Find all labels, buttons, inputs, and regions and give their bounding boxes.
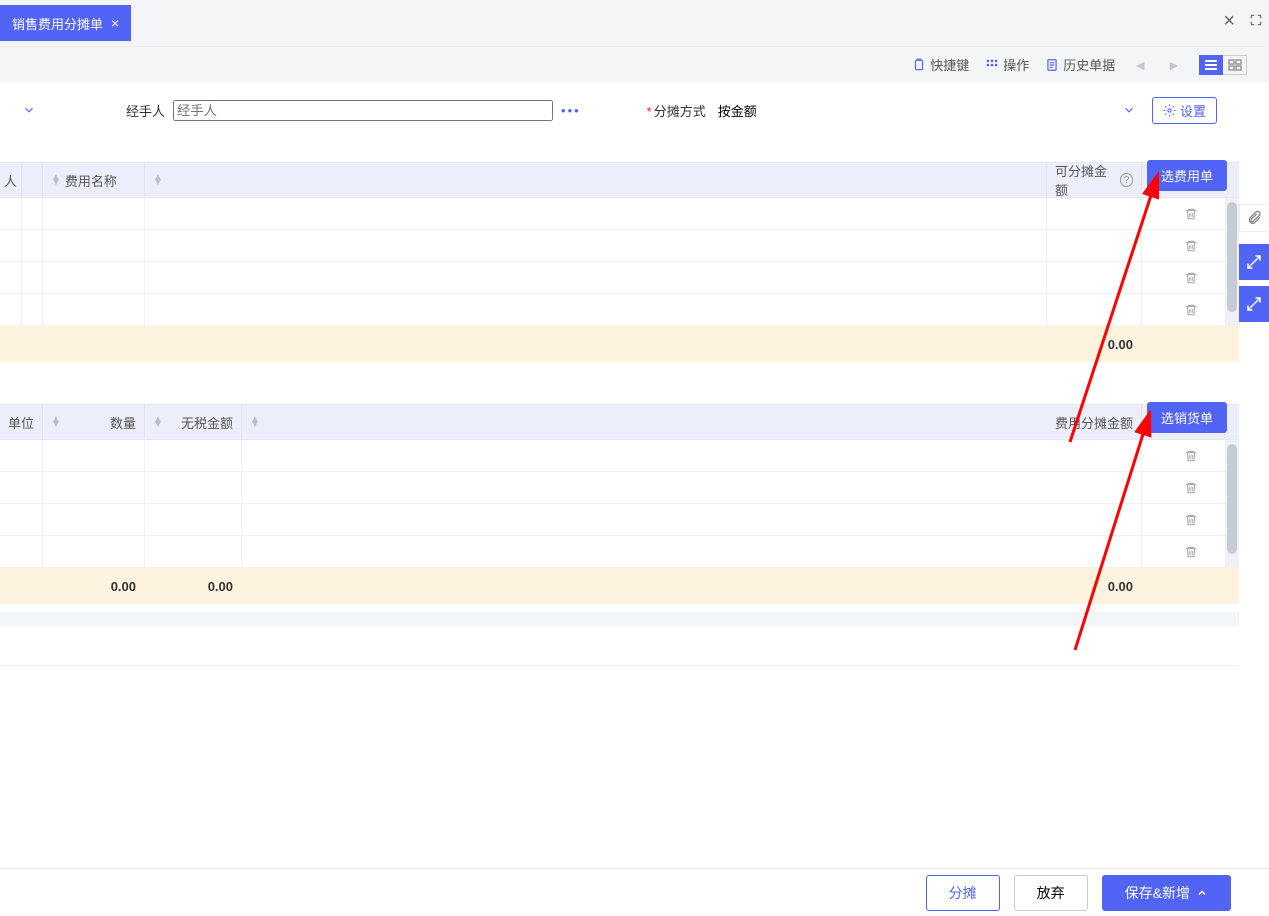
sort-icon: ▲▼ [250,417,260,427]
fee-rows [0,198,1239,326]
table-row[interactable] [0,472,1239,504]
section-fee: 选费用单 人 ▲▼费用名称 ▲▼ 可分摊金额 ? 操作 [0,162,1239,362]
col-stub-text: 人 [4,171,17,190]
total-qty: 0.00 [43,568,145,604]
save-new-label: 保存&新增 [1125,883,1190,903]
total-dist: 0.00 [145,326,1142,362]
method-input[interactable] [714,101,1094,120]
handler-input[interactable] [173,100,553,121]
expand-out-icon[interactable] [1239,244,1269,280]
toolbar: 快捷键 操作 历史单据 ◄ ► [0,46,1269,82]
pick-sales-button[interactable]: 选销货单 [1147,402,1227,433]
col-unit[interactable]: 单位 [0,405,43,439]
close-icon[interactable]: × [111,15,119,31]
col-flex[interactable]: ▲▼ [145,163,1047,197]
gear-icon [1163,104,1176,117]
allocate-button[interactable]: 分摊 [926,875,1000,911]
discard-button[interactable]: 放弃 [1014,875,1088,911]
col-no-tax-label: 无税金额 [167,413,233,432]
col-fee-dist[interactable]: ▲▼ 费用分摊金额 [242,405,1142,439]
history-link[interactable]: 历史单据 [1045,55,1115,74]
form-row: 经手人 ••• *分摊方式 设置 [0,82,1239,138]
sales-rows [0,440,1239,568]
col-unit-label: 单位 [8,413,34,432]
tab-title: 销售费用分摊单 [12,14,103,33]
operate-label: 操作 [1003,55,1029,74]
more-icon[interactable]: ••• [561,103,581,118]
window-close-icon[interactable]: × [1223,10,1235,33]
chevron-down-icon[interactable] [1122,103,1136,117]
expand-in-icon[interactable] [1239,286,1269,322]
sort-icon: ▲▼ [153,417,163,427]
shortcut-link[interactable]: 快捷键 [912,55,969,74]
chevron-down-icon[interactable] [22,103,36,117]
tab-active[interactable]: 销售费用分摊单 × [0,5,131,41]
method-label: *分摊方式 [647,101,706,120]
col-fee-name[interactable]: ▲▼ 费用名称 [43,163,145,197]
table-row[interactable] [0,230,1239,262]
doc-icon [1045,58,1059,72]
history-label: 历史单据 [1063,55,1115,74]
col-qty[interactable]: ▲▼ 数量 [43,405,145,439]
table-row[interactable] [0,440,1239,472]
col-qty-label: 数量 [65,413,136,432]
settings-label: 设置 [1180,101,1206,120]
next-icon[interactable]: ► [1165,57,1183,73]
view-single-icon[interactable] [1199,55,1223,75]
fullscreen-icon[interactable] [1249,13,1263,30]
fee-grid-header: 人 ▲▼费用名称 ▲▼ 可分摊金额 ? 操作 [0,162,1239,198]
attachment-icon[interactable] [1239,204,1267,232]
main-content: 经手人 ••• *分摊方式 设置 选费用单 人 ▲▼ 费用名称 ▲▼ 可分摊金额 … [0,82,1239,916]
col-dist-amount[interactable]: 可分摊金额 ? [1047,163,1142,197]
scrollbar[interactable] [1225,198,1239,326]
clipboard-icon [912,58,926,72]
total-no-tax: 0.00 [145,568,242,604]
footer: 分摊 放弃 保存&新增 [0,868,1269,916]
col-no-tax[interactable]: ▲▼ 无税金额 [145,405,242,439]
method-label-text: 分摊方式 [654,104,706,119]
table-row[interactable] [0,504,1239,536]
window-controls: × [1223,10,1263,33]
pick-fee-button[interactable]: 选费用单 [1147,160,1227,191]
sales-totals: 0.00 0.00 0.00 [0,568,1239,604]
col-stub: 人 [0,163,22,197]
sort-icon: ▲▼ [51,175,61,185]
table-row[interactable] [0,198,1239,230]
col-blank [22,163,43,197]
fee-totals: 0.00 [0,326,1239,362]
handler-label: 经手人 [126,101,165,120]
info-icon[interactable]: ? [1120,173,1133,187]
col-fee-name-label: 费用名称 [65,171,117,190]
grid-icon [985,58,999,72]
right-rail [1239,46,1269,880]
total-fee-dist: 0.00 [242,568,1142,604]
tab-bar: 销售费用分摊单 × × [0,0,1269,46]
sort-icon: ▲▼ [51,417,61,427]
operate-link[interactable]: 操作 [985,55,1029,74]
shortcut-label: 快捷键 [930,55,969,74]
scrollbar[interactable] [1225,440,1239,568]
sales-grid-header: 单位 ▲▼数量 ▲▼无税金额 ▲▼费用分摊金额 操作 [0,404,1239,440]
table-row[interactable] [0,262,1239,294]
table-row[interactable] [0,294,1239,326]
table-row[interactable] [0,536,1239,568]
chevron-up-icon [1196,887,1208,899]
col-dist-amount-label: 可分摊金额 [1055,161,1112,199]
section-sales: 选销货单 单位 ▲▼数量 ▲▼无税金额 ▲▼费用分摊金额 操作 0.00 0.0… [0,404,1239,604]
sort-icon: ▲▼ [153,175,163,185]
prev-icon[interactable]: ◄ [1131,57,1149,73]
col-fee-dist-label: 费用分摊金额 [1055,413,1133,432]
settings-button[interactable]: 设置 [1152,97,1217,124]
save-and-new-button[interactable]: 保存&新增 [1102,875,1231,911]
